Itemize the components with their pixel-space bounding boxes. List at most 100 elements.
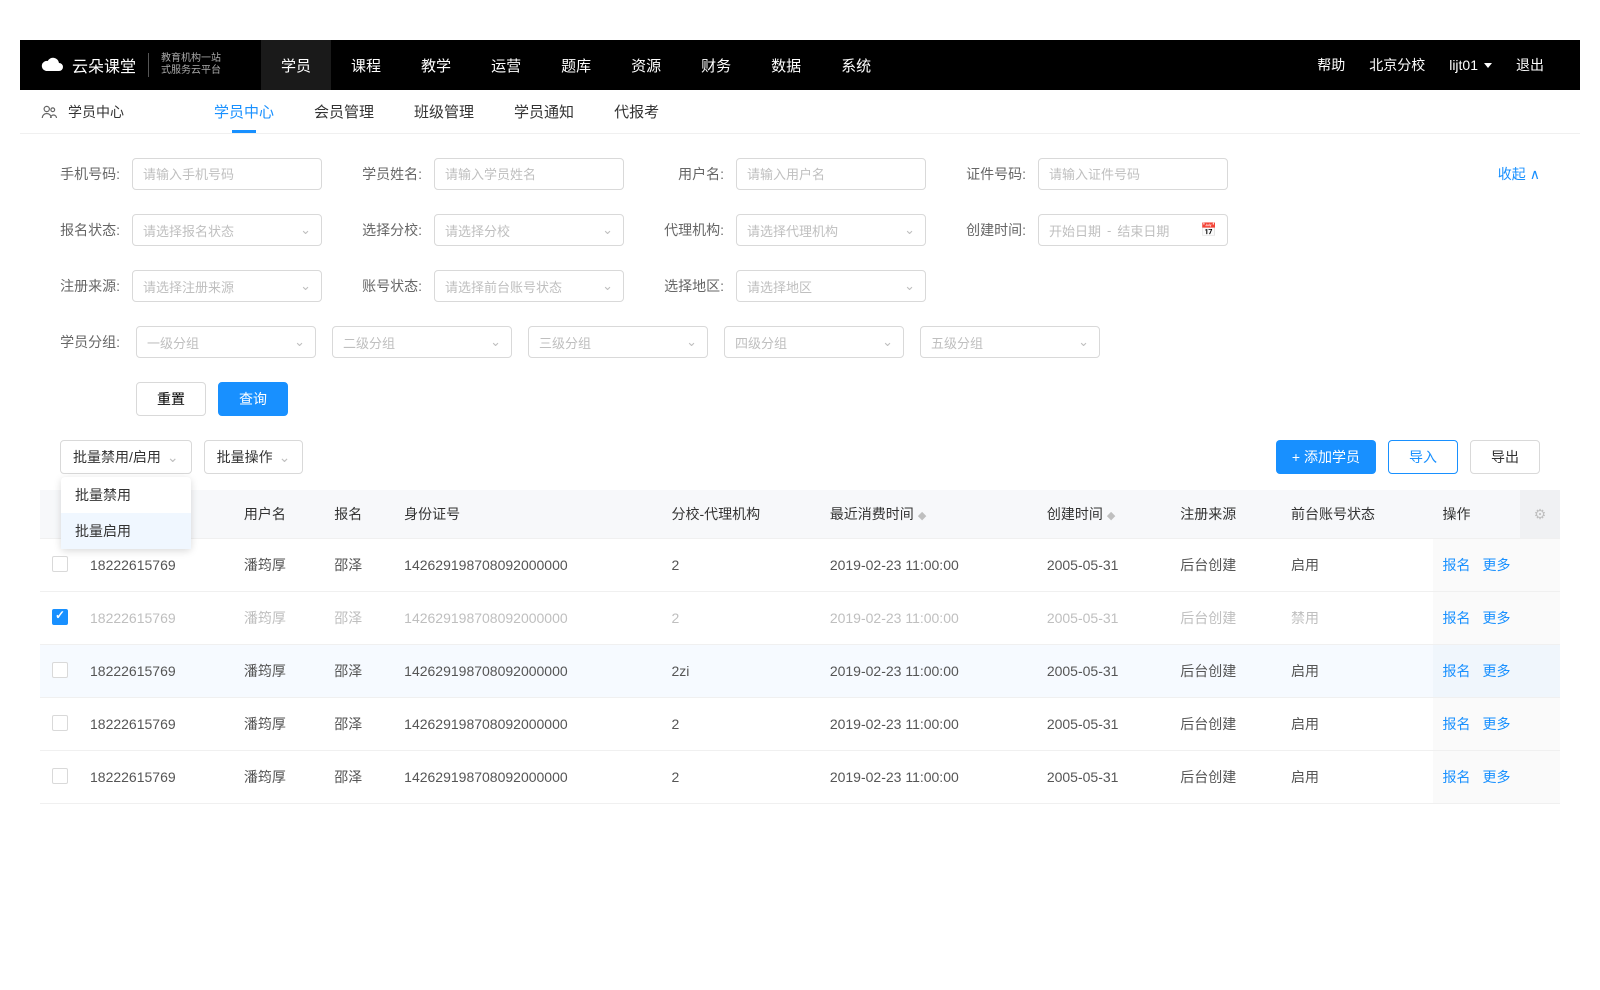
phone-input[interactable]: [143, 167, 311, 182]
main-nav-item[interactable]: 运营: [471, 40, 541, 90]
import-button[interactable]: 导入: [1388, 440, 1458, 474]
export-button[interactable]: 导出: [1470, 440, 1540, 474]
logo-area: 云朵课堂 教育机构一站 式服务云平台: [20, 53, 241, 77]
batch-toggle-dropdown[interactable]: 批量禁用/启用 ⌄ 批量禁用 批量启用: [60, 440, 192, 474]
chevron-down-icon: ⌄: [300, 278, 311, 294]
th-username: 用户名: [234, 490, 324, 539]
chevron-down-icon: ⌄: [1078, 334, 1089, 350]
group-select[interactable]: 一级分组⌄: [136, 326, 316, 358]
cell-action: 报名更多: [1433, 751, 1560, 804]
gear-icon[interactable]: ⚙: [1534, 506, 1547, 522]
filter-name: 学员姓名: [362, 158, 624, 190]
group-select[interactable]: 五级分组⌄: [920, 326, 1100, 358]
account-status-select[interactable]: 请选择前台账号状态 ⌄: [434, 270, 624, 302]
row-more-link[interactable]: 更多: [1483, 557, 1511, 573]
filter-source: 注册来源 请选择注册来源 ⌄: [60, 270, 322, 302]
username-input[interactable]: [747, 167, 915, 182]
sub-tab[interactable]: 学员通知: [514, 90, 574, 133]
row-more-link[interactable]: 更多: [1483, 610, 1511, 626]
phone-input-wrap: [132, 158, 322, 190]
main-nav-item[interactable]: 财务: [681, 40, 751, 90]
sub-tab[interactable]: 学员中心: [214, 90, 274, 133]
cell-front-status: 启用: [1281, 698, 1433, 751]
cell-enroll: 邵泽: [324, 539, 394, 592]
idno-input[interactable]: [1049, 167, 1217, 182]
main-nav-item[interactable]: 教学: [401, 40, 471, 90]
create-time-range[interactable]: 开始日期 - 结束日期 📅: [1038, 214, 1228, 246]
name-input-wrap: [434, 158, 624, 190]
main-nav-item[interactable]: 课程: [331, 40, 401, 90]
group-select[interactable]: 三级分组⌄: [528, 326, 708, 358]
main-nav-item[interactable]: 题库: [541, 40, 611, 90]
cell-action: 报名更多: [1433, 592, 1560, 645]
name-input[interactable]: [445, 167, 613, 182]
branch-link[interactable]: 北京分校: [1369, 55, 1425, 75]
search-button[interactable]: 查询: [218, 382, 288, 416]
th-gear: ⚙: [1520, 490, 1560, 539]
chevron-up-icon: ∧: [1530, 166, 1540, 183]
filter-account-status: 账号状态 请选择前台账号状态 ⌄: [362, 270, 624, 302]
region-select[interactable]: 请选择地区 ⌄: [736, 270, 926, 302]
main-nav-item[interactable]: 学员: [261, 40, 331, 90]
row-checkbox[interactable]: [52, 662, 68, 678]
row-enroll-link[interactable]: 报名: [1443, 716, 1471, 732]
user-menu[interactable]: lijt01: [1449, 57, 1492, 73]
cell-phone: 18222615769: [80, 751, 234, 804]
collapse-link[interactable]: 收起 ∧: [1498, 164, 1540, 184]
chevron-down-icon: ⌄: [904, 278, 915, 294]
help-link[interactable]: 帮助: [1317, 55, 1345, 75]
action-bar: 批量禁用/启用 ⌄ 批量禁用 批量启用 批量操作 ⌄ + 添加学员 导入 导出: [20, 440, 1580, 474]
batch-op-dropdown[interactable]: 批量操作 ⌄: [204, 440, 304, 474]
cell-last-consume: 2019-02-23 11:00:00: [820, 751, 1037, 804]
chevron-down-icon: ⌄: [294, 334, 305, 350]
batch-disable-item[interactable]: 批量禁用: [61, 477, 191, 513]
row-checkbox[interactable]: [52, 768, 68, 784]
add-student-button[interactable]: + 添加学员: [1276, 440, 1376, 474]
row-more-link[interactable]: 更多: [1483, 716, 1511, 732]
th-create-time[interactable]: 创建时间◆: [1037, 490, 1170, 539]
cell-enroll: 邵泽: [324, 592, 394, 645]
cell-action: 报名更多: [1433, 698, 1560, 751]
student-table: 用户名 报名 身份证号 分校-代理机构 最近消费时间◆ 创建时间◆ 注册来源 前…: [40, 490, 1560, 804]
batch-enable-item[interactable]: 批量启用: [61, 513, 191, 549]
cell-branch-agency: 2zi: [662, 645, 820, 698]
row-enroll-link[interactable]: 报名: [1443, 769, 1471, 785]
enroll-status-select[interactable]: 请选择报名状态 ⌄: [132, 214, 322, 246]
row-enroll-link[interactable]: 报名: [1443, 663, 1471, 679]
row-more-link[interactable]: 更多: [1483, 663, 1511, 679]
th-front-status: 前台账号状态: [1281, 490, 1433, 539]
cell-idno: 142629198708092000000: [394, 592, 661, 645]
cell-create-time: 2005-05-31: [1037, 751, 1170, 804]
cell-username: 潘筠厚: [234, 645, 324, 698]
th-last-consume[interactable]: 最近消费时间◆: [820, 490, 1037, 539]
row-enroll-link[interactable]: 报名: [1443, 610, 1471, 626]
chevron-down-icon: ⌄: [602, 278, 613, 294]
main-nav-item[interactable]: 资源: [611, 40, 681, 90]
group-select[interactable]: 四级分组⌄: [724, 326, 904, 358]
cell-create-time: 2005-05-31: [1037, 539, 1170, 592]
right-nav: 帮助 北京分校 lijt01 退出: [1317, 55, 1560, 75]
agency-select[interactable]: 请选择代理机构 ⌄: [736, 214, 926, 246]
sub-tab[interactable]: 代报考: [614, 90, 659, 133]
main-nav-item[interactable]: 数据: [751, 40, 821, 90]
cell-front-status: 启用: [1281, 645, 1433, 698]
sub-tab[interactable]: 班级管理: [414, 90, 474, 133]
reset-button[interactable]: 重置: [136, 382, 206, 416]
row-checkbox[interactable]: [52, 609, 68, 625]
row-more-link[interactable]: 更多: [1483, 769, 1511, 785]
cell-enroll: 邵泽: [324, 698, 394, 751]
row-checkbox[interactable]: [52, 715, 68, 731]
main-nav-item[interactable]: 系统: [821, 40, 891, 90]
row-checkbox[interactable]: [52, 556, 68, 572]
cell-last-consume: 2019-02-23 11:00:00: [820, 645, 1037, 698]
branch-select[interactable]: 请选择分校 ⌄: [434, 214, 624, 246]
sub-header: 学员中心 学员中心会员管理班级管理学员通知代报考: [20, 90, 1580, 134]
calendar-icon: 📅: [1201, 222, 1217, 238]
source-select[interactable]: 请选择注册来源 ⌄: [132, 270, 322, 302]
sub-tab[interactable]: 会员管理: [314, 90, 374, 133]
row-enroll-link[interactable]: 报名: [1443, 557, 1471, 573]
logout-link[interactable]: 退出: [1516, 55, 1544, 75]
group-select[interactable]: 二级分组⌄: [332, 326, 512, 358]
sub-header-title: 学员中心: [40, 102, 124, 122]
filter-branch: 选择分校 请选择分校 ⌄: [362, 214, 624, 246]
